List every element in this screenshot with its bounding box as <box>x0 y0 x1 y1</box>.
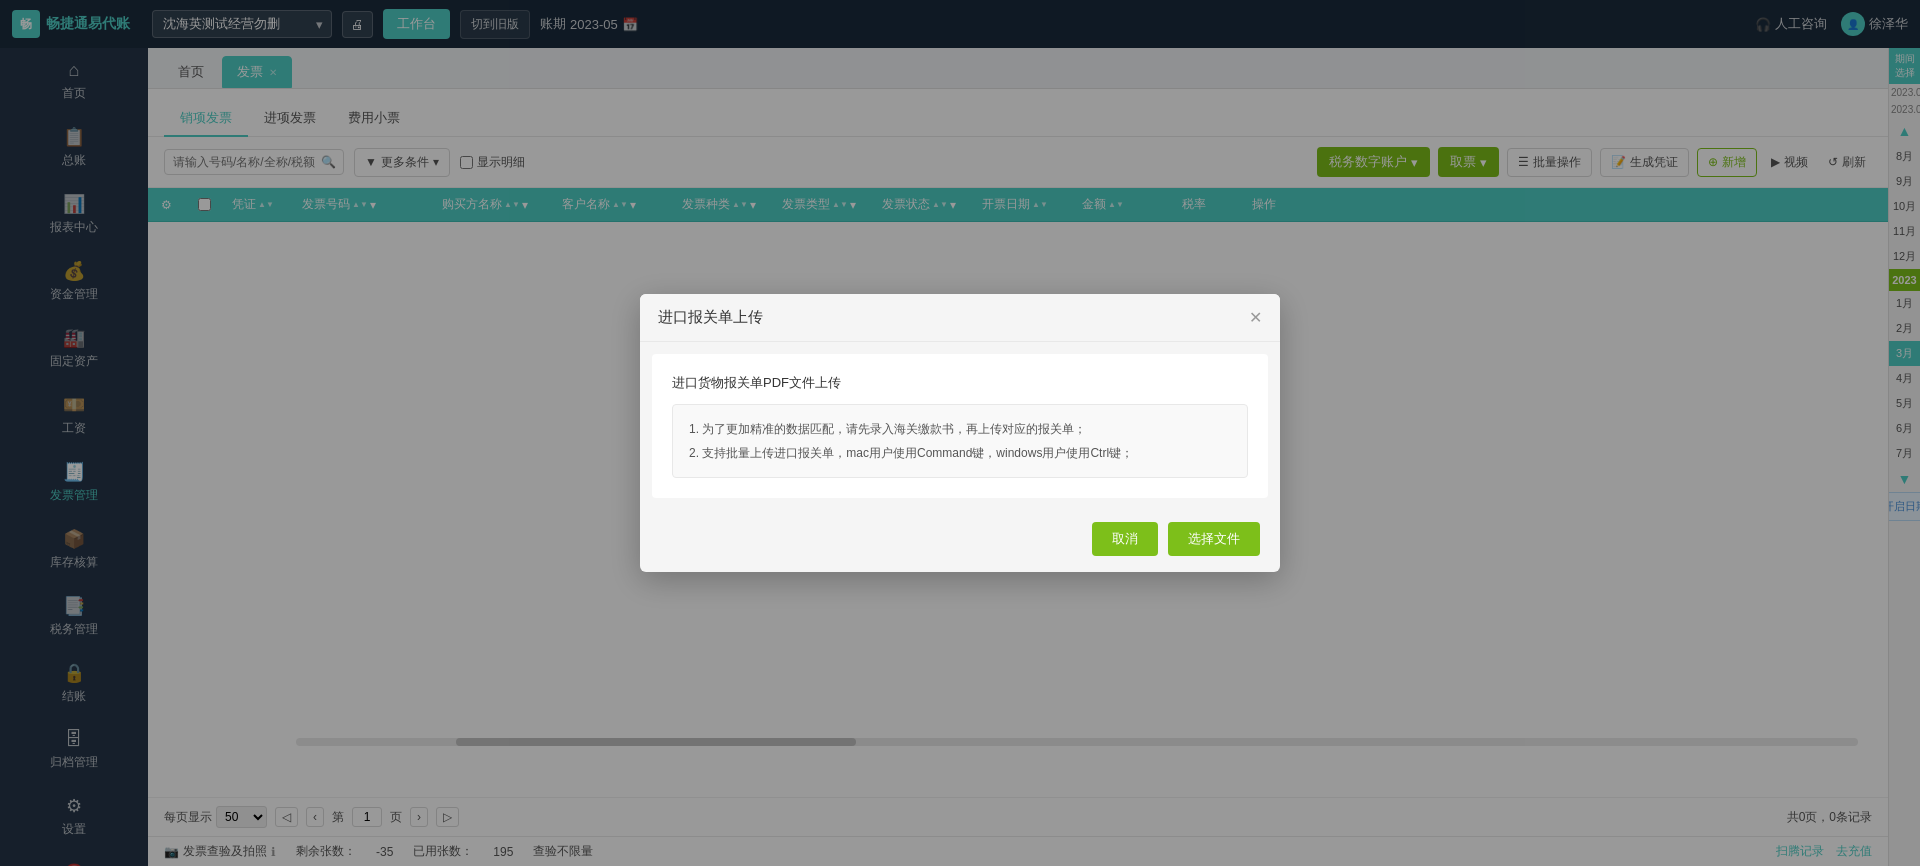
modal-info-item-2: 2. 支持批量上传进口报关单，mac用户使用Command键，windows用户… <box>689 441 1231 465</box>
cancel-button[interactable]: 取消 <box>1092 522 1158 556</box>
select-file-button[interactable]: 选择文件 <box>1168 522 1260 556</box>
modal-header: 进口报关单上传 ✕ <box>640 294 1280 342</box>
modal-body: 进口货物报关单PDF文件上传 1. 为了更加精准的数据匹配，请先录入海关缴款书，… <box>652 354 1268 498</box>
modal-body-title: 进口货物报关单PDF文件上传 <box>672 374 1248 392</box>
modal-title: 进口报关单上传 <box>658 308 763 327</box>
modal-overlay[interactable]: 进口报关单上传 ✕ 进口货物报关单PDF文件上传 1. 为了更加精准的数据匹配，… <box>0 0 1920 866</box>
modal-info-box: 1. 为了更加精准的数据匹配，请先录入海关缴款书，再上传对应的报关单； 2. 支… <box>672 404 1248 478</box>
modal-close-button[interactable]: ✕ <box>1249 310 1262 326</box>
import-modal: 进口报关单上传 ✕ 进口货物报关单PDF文件上传 1. 为了更加精准的数据匹配，… <box>640 294 1280 572</box>
modal-footer: 取消 选择文件 <box>640 510 1280 572</box>
modal-info-item-1: 1. 为了更加精准的数据匹配，请先录入海关缴款书，再上传对应的报关单； <box>689 417 1231 441</box>
